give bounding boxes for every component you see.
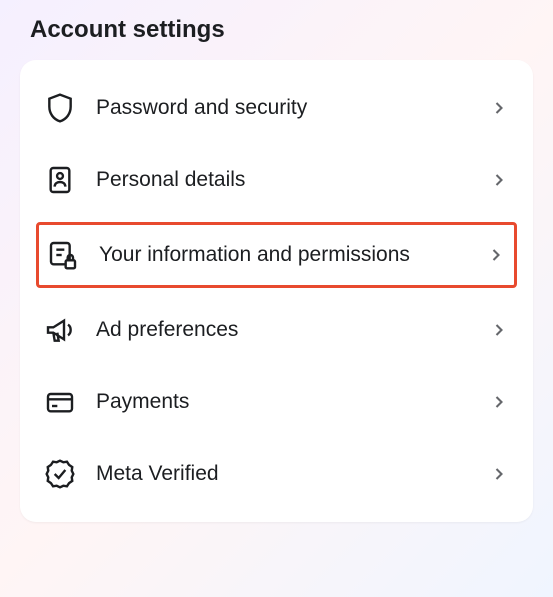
settings-item-personal-details[interactable]: Personal details: [20, 144, 533, 216]
settings-card: Password and security Personal details: [20, 60, 533, 522]
page-title: Account settings: [20, 16, 533, 44]
chevron-right-icon: [489, 320, 509, 340]
settings-item-label: Password and security: [96, 94, 489, 121]
chevron-right-icon: [486, 245, 506, 265]
settings-item-payments[interactable]: Payments: [20, 366, 533, 438]
settings-item-label: Meta Verified: [96, 460, 489, 487]
settings-item-ad-preferences[interactable]: Ad preferences: [20, 294, 533, 366]
verified-badge-icon: [44, 458, 76, 490]
chevron-right-icon: [489, 98, 509, 118]
megaphone-icon: [44, 314, 76, 346]
settings-item-label: Ad preferences: [96, 316, 489, 343]
credit-card-icon: [44, 386, 76, 418]
settings-item-label: Your information and permissions: [99, 241, 486, 268]
chevron-right-icon: [489, 392, 509, 412]
settings-item-password-security[interactable]: Password and security: [20, 72, 533, 144]
document-lock-icon: [47, 239, 79, 271]
chevron-right-icon: [489, 464, 509, 484]
settings-item-meta-verified[interactable]: Meta Verified: [20, 438, 533, 510]
settings-item-information-permissions[interactable]: Your information and permissions: [36, 222, 517, 288]
settings-item-label: Payments: [96, 388, 489, 415]
id-card-icon: [44, 164, 76, 196]
chevron-right-icon: [489, 170, 509, 190]
shield-icon: [44, 92, 76, 124]
settings-item-label: Personal details: [96, 166, 489, 193]
